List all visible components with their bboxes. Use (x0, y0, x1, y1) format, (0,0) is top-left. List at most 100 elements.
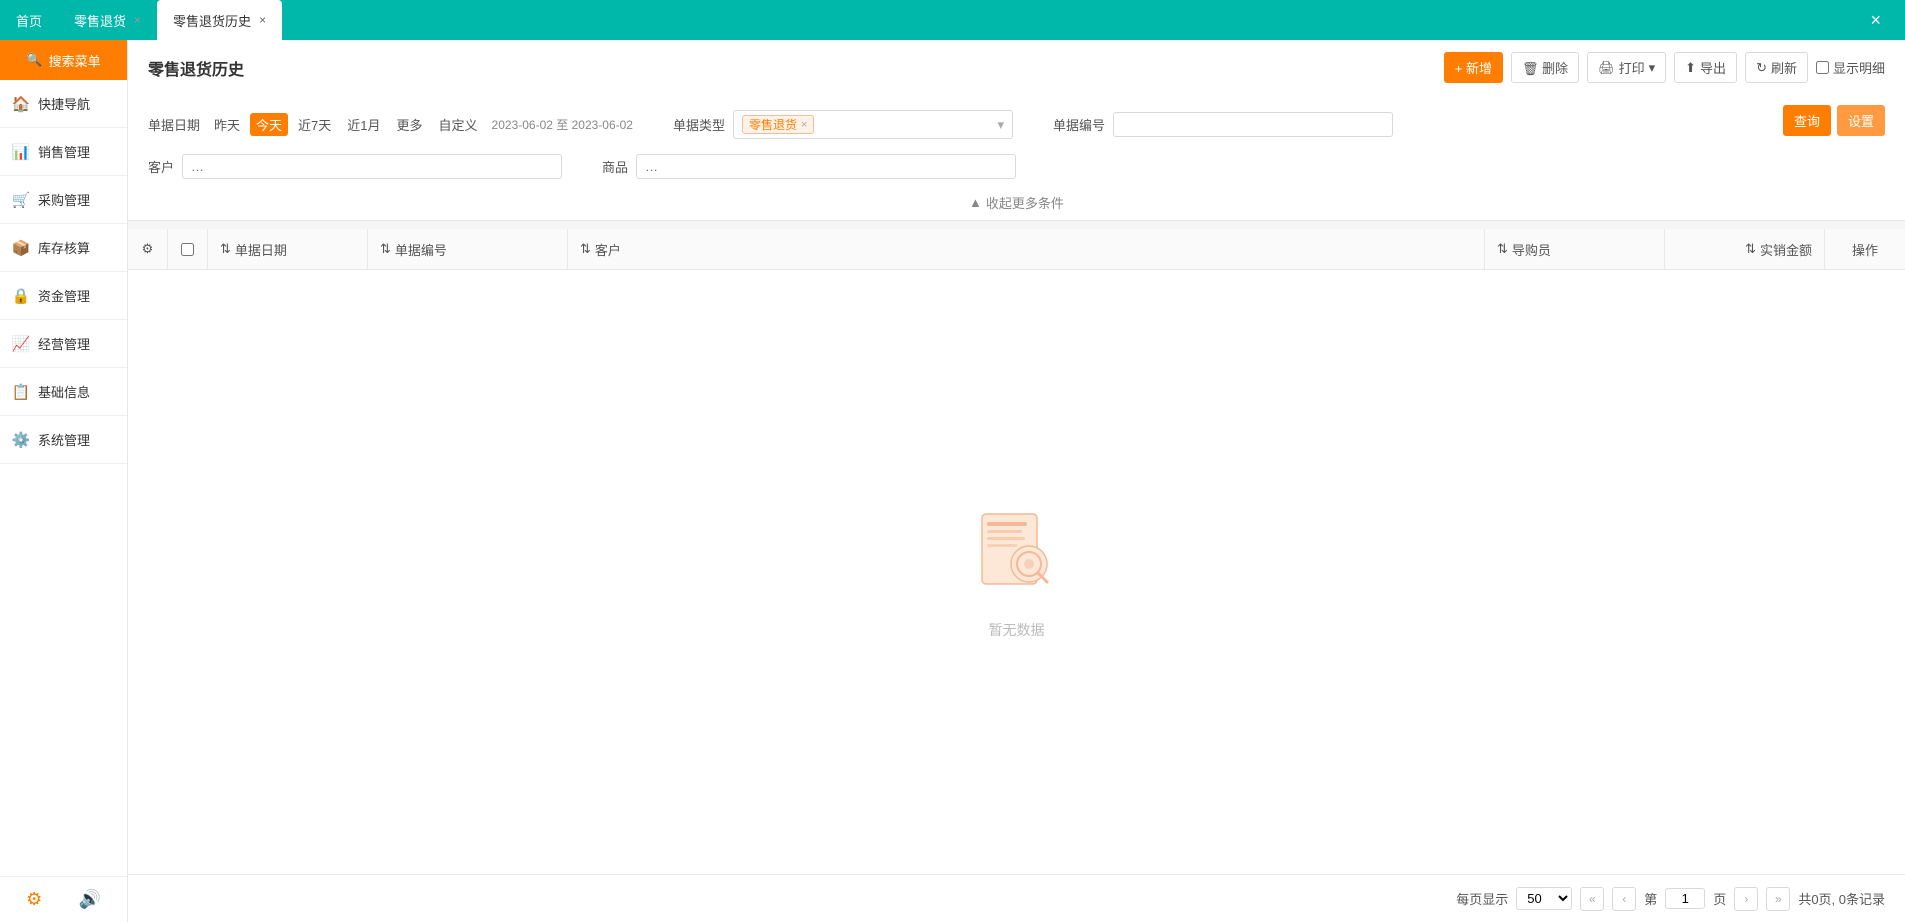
th-amount-sort: ⇅ (1745, 241, 1756, 257)
sidebar-item-operations-label: 经营管理 (38, 334, 90, 353)
print-label: 打印 (1619, 58, 1645, 77)
filter-row-2: 客户 商品 (148, 154, 1885, 179)
tab-retail-return[interactable]: 零售退货 × (58, 0, 157, 40)
date-options: 昨天 今天 近7天 近1月 更多 自定义 2023-06-02 至 2023-0… (208, 113, 633, 136)
sidebar-item-sales[interactable]: 📊 销售管理 (0, 128, 127, 176)
sidebar-item-basic-info[interactable]: 📋 基础信息 (0, 368, 127, 416)
date-opt-today[interactable]: 今天 (250, 113, 288, 136)
th-customer-sort: ⇅ (580, 241, 591, 257)
search-icon: 🔍 (26, 52, 42, 68)
th-customer-text: 客户 (595, 240, 621, 259)
prev-page-button[interactable]: ‹ (1612, 887, 1636, 911)
page-size-select[interactable]: 50 100 200 (1516, 887, 1572, 910)
date-opt-1month[interactable]: 近1月 (341, 113, 386, 136)
total-info: 共0页, 0条记录 (1798, 889, 1885, 908)
print-dropdown-icon: ▾ (1649, 60, 1656, 76)
toolbar: + 新增 🗑 删除 🖨 打印 ▾ ⬆ 导出 ↻ 刷新 (1444, 52, 1885, 83)
sidebar-item-finance-label: 资金管理 (38, 286, 90, 305)
date-opt-7days[interactable]: 近7天 (292, 113, 337, 136)
sidebar-search[interactable]: 🔍 搜索菜单 (0, 40, 127, 80)
export-icon: ⬆ (1685, 60, 1696, 76)
bill-no-label: 单据编号 (1053, 115, 1105, 134)
tab-retail-return-label: 零售退货 (74, 11, 126, 30)
sidebar-item-inventory-label: 库存核算 (38, 238, 90, 257)
sales-icon: 📊 (12, 143, 30, 161)
date-filter: 单据日期 昨天 今天 近7天 近1月 更多 自定义 2023-06-02 至 2… (148, 113, 633, 136)
th-op-text: 操作 (1852, 240, 1878, 259)
purchase-icon: 🛒 (12, 191, 30, 209)
th-guide-text: 导购员 (1512, 240, 1551, 259)
th-customer: ⇅ 客户 (568, 229, 1485, 269)
bill-type-filter: 单据类型 零售退货 × ▾ (673, 110, 1013, 139)
tab-retail-return-history-close[interactable]: × (259, 13, 266, 27)
first-page-button[interactable]: « (1580, 887, 1604, 911)
empty-state: 暂无数据 (128, 270, 1905, 874)
tab-home[interactable]: 首页 (0, 0, 58, 40)
delete-button[interactable]: 🗑 删除 (1511, 52, 1579, 83)
th-amount: ⇅ 实销金额 (1665, 229, 1825, 269)
sidebar-item-quick-nav-label: 快捷导航 (38, 94, 90, 113)
tab-retail-return-close[interactable]: × (134, 13, 141, 27)
goods-input[interactable] (636, 154, 1016, 179)
bill-type-dropdown-icon: ▾ (997, 117, 1004, 133)
settings-bottom-icon[interactable]: ⚙ (26, 889, 42, 910)
refresh-icon: ↻ (1756, 60, 1767, 76)
tab-retail-return-history[interactable]: 零售退货历史 × (157, 0, 282, 40)
query-button[interactable]: 查询 (1783, 105, 1831, 136)
refresh-button[interactable]: ↻ 刷新 (1745, 52, 1808, 83)
bill-type-tag: 零售退货 × (742, 115, 814, 134)
table-header: ⚙ ⇅ 单据日期 ⇅ 单据编号 ⇅ 客户 ⇅ (128, 229, 1905, 270)
bill-type-select[interactable]: 零售退货 × ▾ (733, 110, 1013, 139)
volume-icon[interactable]: 🔊 (78, 889, 100, 910)
page-title: 零售退货历史 (148, 56, 244, 80)
sidebar-item-inventory[interactable]: 📦 库存核算 (0, 224, 127, 272)
th-date-label: ⇅ (220, 241, 231, 257)
filter-row-1: 单据日期 昨天 今天 近7天 近1月 更多 自定义 2023-06-02 至 2… (148, 105, 1885, 144)
sidebar-item-basic-info-label: 基础信息 (38, 382, 90, 401)
next-page-button[interactable]: › (1734, 887, 1758, 911)
sidebar-search-label: 搜索菜单 (49, 51, 101, 70)
th-checkbox[interactable] (168, 229, 208, 269)
collapse-more-btn[interactable]: ▲ 收起更多条件 (148, 189, 1885, 220)
top-bar: 首页 零售退货 × 零售退货历史 × × (0, 0, 1905, 40)
inventory-icon: 📦 (12, 239, 30, 257)
collapse-more-label: 收起更多条件 (986, 193, 1064, 212)
export-button[interactable]: ⬆ 导出 (1674, 52, 1737, 83)
print-button[interactable]: 🖨 打印 ▾ (1587, 52, 1666, 83)
page-number-input[interactable] (1665, 888, 1705, 909)
display-detail-toggle[interactable]: 显示明细 (1816, 58, 1885, 77)
sidebar-item-system[interactable]: ⚙️ 系统管理 (0, 416, 127, 464)
operations-icon: 📈 (12, 335, 30, 353)
th-bill-no-text: 单据编号 (395, 240, 447, 259)
sidebar-item-system-label: 系统管理 (38, 430, 90, 449)
select-all-checkbox[interactable] (181, 243, 194, 256)
empty-icon (967, 504, 1067, 604)
topbar-right: × (1862, 10, 1905, 31)
date-opt-yesterday[interactable]: 昨天 (208, 113, 246, 136)
bill-type-tag-remove[interactable]: × (801, 119, 807, 131)
sidebar-item-finance[interactable]: 🔒 资金管理 (0, 272, 127, 320)
new-button[interactable]: + 新增 (1444, 52, 1503, 83)
finance-icon: 🔒 (12, 287, 30, 305)
date-opt-more[interactable]: 更多 (391, 113, 429, 136)
sidebar-item-quick-nav[interactable]: 🏠 快捷导航 (0, 80, 127, 128)
date-filter-label: 单据日期 (148, 115, 200, 134)
last-page-button[interactable]: » (1766, 887, 1790, 911)
collapse-up-icon: ▲ (969, 195, 982, 210)
bill-no-input[interactable] (1113, 112, 1393, 137)
sidebar-item-operations[interactable]: 📈 经营管理 (0, 320, 127, 368)
display-detail-checkbox[interactable] (1816, 61, 1829, 74)
sidebar-item-purchase[interactable]: 🛒 采购管理 (0, 176, 127, 224)
settings-icon: ⚙ (142, 241, 154, 257)
th-settings[interactable]: ⚙ (128, 229, 168, 269)
content-area: 零售退货历史 + 新增 🗑 删除 🖨 打印 ▾ ⬆ 导出 ↻ (128, 40, 1905, 922)
date-opt-custom[interactable]: 自定义 (433, 113, 484, 136)
window-close-button[interactable]: × (1862, 10, 1889, 31)
customer-input[interactable] (182, 154, 562, 179)
setting-button[interactable]: 设置 (1837, 105, 1885, 136)
pagination-bar: 每页显示 50 100 200 « ‹ 第 页 › » 共0页, 0条记录 (128, 874, 1905, 922)
refresh-label: 刷新 (1771, 58, 1797, 77)
system-icon: ⚙️ (12, 431, 30, 449)
date-range-display: 2023-06-02 至 2023-06-02 (492, 116, 633, 133)
filters: 单据日期 昨天 今天 近7天 近1月 更多 自定义 2023-06-02 至 2… (148, 95, 1885, 220)
